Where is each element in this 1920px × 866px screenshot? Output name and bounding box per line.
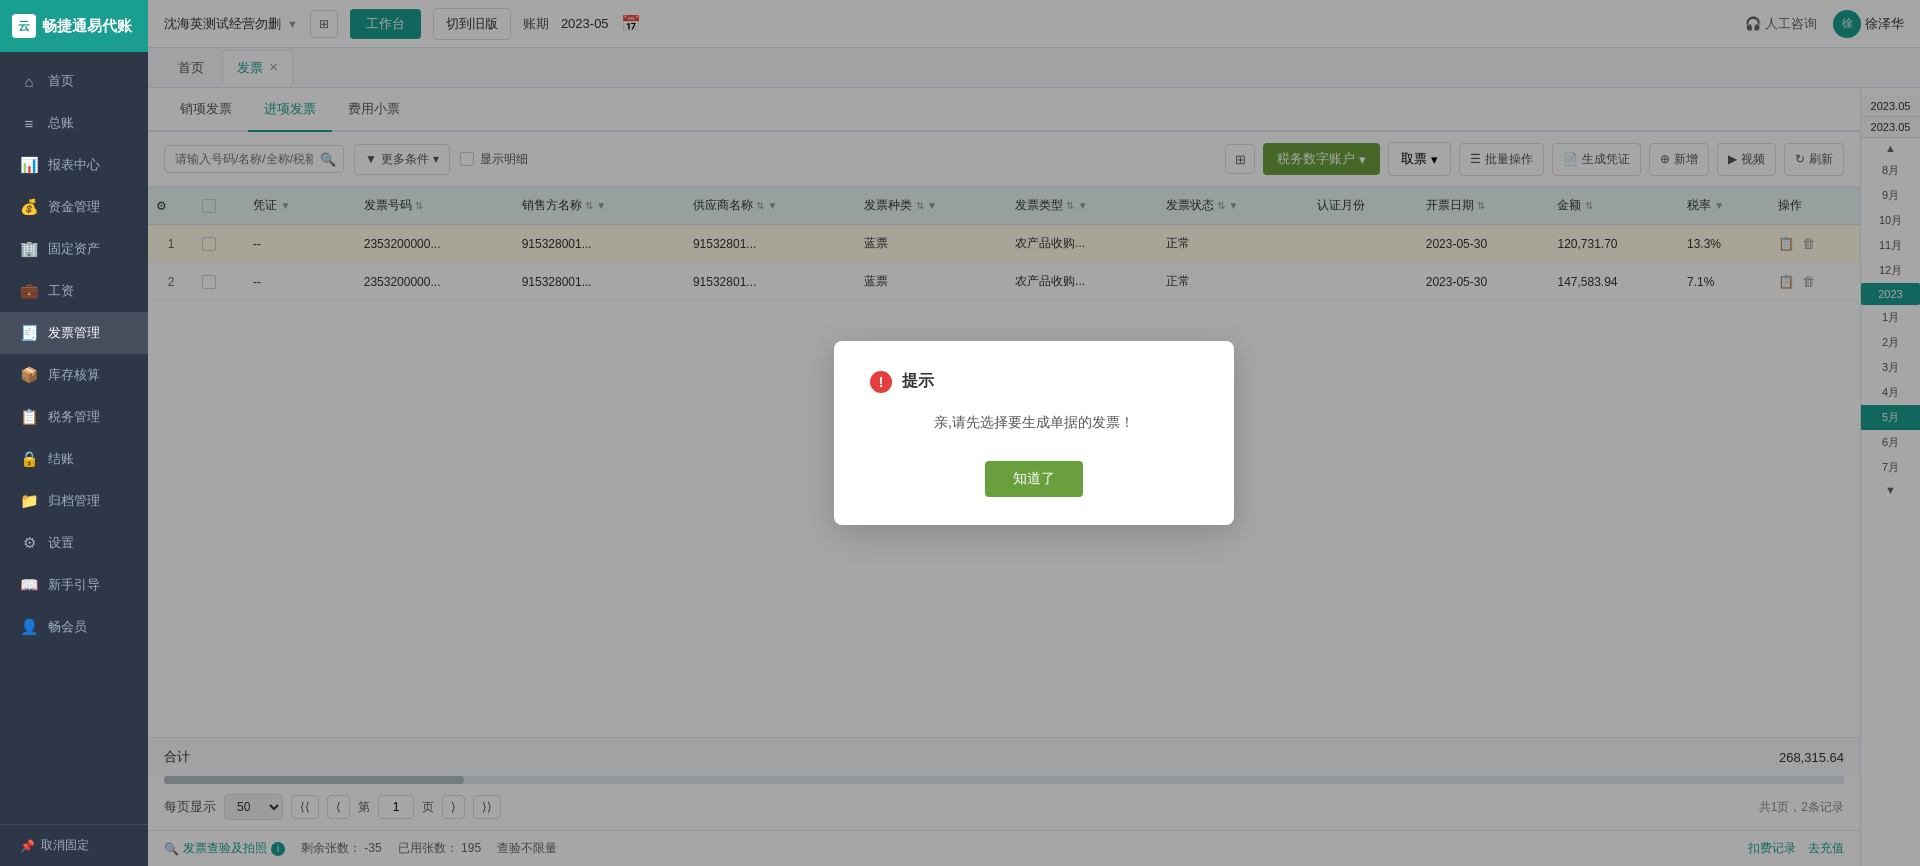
sidebar-item-assets[interactable]: 🏢 固定资产	[0, 228, 148, 270]
modal-message: 亲,请先选择要生成单据的发票！	[934, 411, 1134, 433]
sidebar-item-label: 新手引导	[48, 576, 100, 594]
sidebar-item-guide[interactable]: 📖 新手引导	[0, 564, 148, 606]
sidebar-item-member[interactable]: 👤 畅会员	[0, 606, 148, 648]
invoices-icon: 🧾	[20, 324, 38, 342]
logo-text: 畅捷通易代账	[42, 17, 132, 36]
sidebar-item-tax[interactable]: 📋 税务管理	[0, 396, 148, 438]
sidebar-item-settings[interactable]: ⚙ 设置	[0, 522, 148, 564]
member-icon: 👤	[20, 618, 38, 636]
sidebar-item-label: 发票管理	[48, 324, 100, 342]
ledger-icon: ≡	[20, 115, 38, 132]
sidebar-item-reports[interactable]: 📊 报表中心	[0, 144, 148, 186]
sidebar-item-label: 设置	[48, 534, 74, 552]
inventory-icon: 📦	[20, 366, 38, 384]
sidebar-item-label: 工资	[48, 282, 74, 300]
sidebar-nav: ⌂ 首页 ≡ 总账 📊 报表中心 💰 资金管理 🏢 固定资产 💼 工资 🧾 发票…	[0, 52, 148, 824]
sidebar-item-label: 结账	[48, 450, 74, 468]
main-area: 沈海英测试经营勿删 ▼ ⊞ 工作台 切到旧版 账期 2023-05 📅 🎧 人工…	[148, 0, 1920, 866]
sidebar-item-label: 税务管理	[48, 408, 100, 426]
home-icon: ⌂	[20, 73, 38, 90]
salary-icon: 💼	[20, 282, 38, 300]
cancel-pin-btn[interactable]: 📌 取消固定	[0, 824, 148, 866]
guide-icon: 📖	[20, 576, 38, 594]
sidebar-item-label: 首页	[48, 72, 74, 90]
tax-icon: 📋	[20, 408, 38, 426]
modal-dialog: ! 提示 亲,请先选择要生成单据的发票！ 知道了	[834, 341, 1234, 525]
sidebar-item-label: 库存核算	[48, 366, 100, 384]
modal-header: ! 提示	[870, 371, 934, 393]
funds-icon: 💰	[20, 198, 38, 216]
sidebar-item-label: 归档管理	[48, 492, 100, 510]
modal-overlay: ! 提示 亲,请先选择要生成单据的发票！ 知道了	[148, 0, 1920, 866]
sidebar-item-label: 固定资产	[48, 240, 100, 258]
sidebar-item-inventory[interactable]: 📦 库存核算	[0, 354, 148, 396]
sidebar-item-invoices[interactable]: 🧾 发票管理	[0, 312, 148, 354]
sidebar-item-ledger[interactable]: ≡ 总账	[0, 102, 148, 144]
logo-icon: 云	[12, 14, 36, 38]
archive-icon: 📁	[20, 492, 38, 510]
sidebar-item-home[interactable]: ⌂ 首页	[0, 60, 148, 102]
modal-ok-button[interactable]: 知道了	[985, 461, 1083, 497]
assets-icon: 🏢	[20, 240, 38, 258]
sidebar-item-funds[interactable]: 💰 资金管理	[0, 186, 148, 228]
sidebar: 云 畅捷通易代账 ⌂ 首页 ≡ 总账 📊 报表中心 💰 资金管理 🏢 固定资产 …	[0, 0, 148, 866]
sidebar-item-label: 资金管理	[48, 198, 100, 216]
sidebar-logo: 云 畅捷通易代账	[0, 0, 148, 52]
sidebar-item-archive[interactable]: 📁 归档管理	[0, 480, 148, 522]
cancel-pin-label: 取消固定	[41, 837, 89, 854]
warning-icon: !	[870, 371, 892, 393]
pin-icon: 📌	[20, 839, 35, 853]
sidebar-item-salary[interactable]: 💼 工资	[0, 270, 148, 312]
sidebar-item-label: 总账	[48, 114, 74, 132]
modal-title: 提示	[902, 371, 934, 392]
closing-icon: 🔒	[20, 450, 38, 468]
reports-icon: 📊	[20, 156, 38, 174]
sidebar-item-label: 畅会员	[48, 618, 87, 636]
sidebar-item-label: 报表中心	[48, 156, 100, 174]
settings-icon: ⚙	[20, 534, 38, 552]
sidebar-item-closing[interactable]: 🔒 结账	[0, 438, 148, 480]
